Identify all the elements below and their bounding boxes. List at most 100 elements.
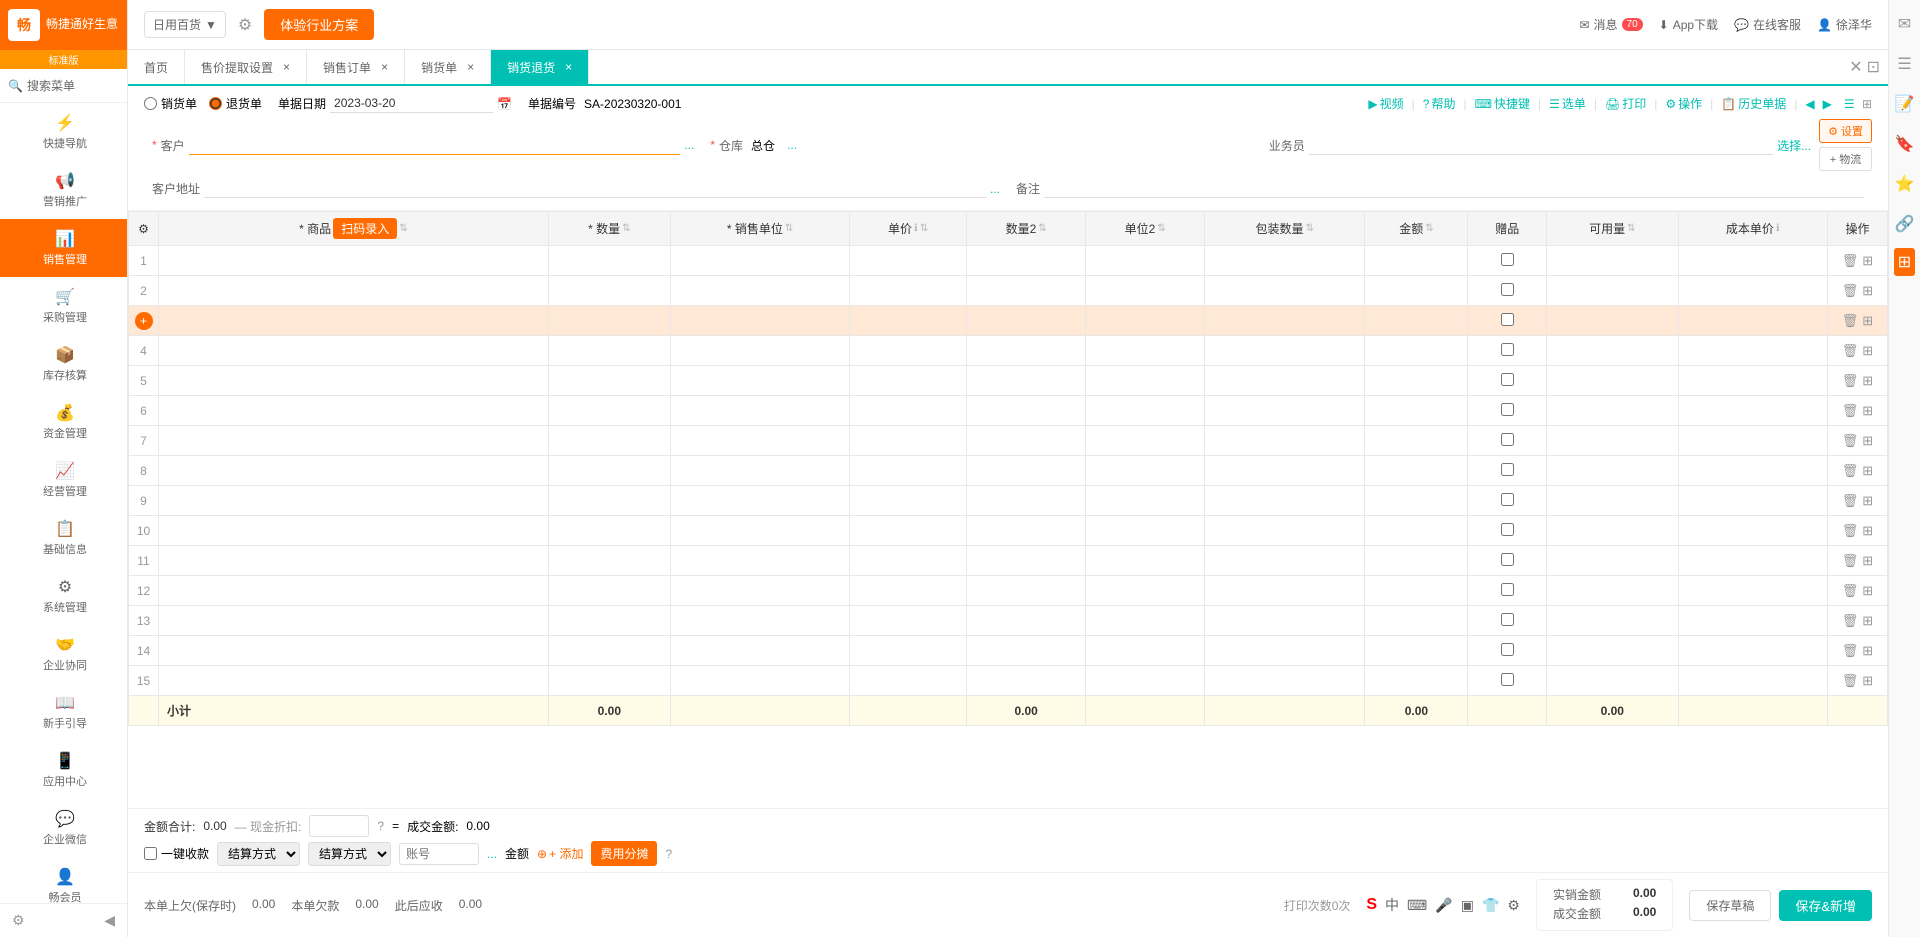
- copy-row-btn[interactable]: ⊞: [1862, 433, 1873, 449]
- available-cell[interactable]: [1546, 396, 1678, 426]
- delete-row-btn[interactable]: 🗑: [1842, 583, 1859, 599]
- unit2-cell[interactable]: [1086, 336, 1205, 366]
- copy-row-btn[interactable]: ⊞: [1862, 253, 1873, 269]
- date-input[interactable]: [330, 94, 493, 113]
- unit2-cell[interactable]: [1086, 636, 1205, 666]
- delete-row-btn[interactable]: 🗑: [1842, 613, 1859, 629]
- gift-checkbox[interactable]: [1501, 643, 1514, 656]
- tab-close-btn[interactable]: ×: [565, 60, 572, 74]
- qty-cell[interactable]: [548, 336, 670, 366]
- pack_qty-cell[interactable]: [1205, 366, 1365, 396]
- qty2-cell[interactable]: [967, 336, 1086, 366]
- print-btn[interactable]: 🖨 打印: [1605, 95, 1646, 112]
- qty2-cell[interactable]: [967, 636, 1086, 666]
- cost-price-cell[interactable]: [1678, 546, 1827, 576]
- breadcrumb-select[interactable]: 日用百货 ▼: [144, 11, 226, 38]
- radio-return-input[interactable]: [209, 97, 222, 110]
- pack_qty-cell[interactable]: [1205, 606, 1365, 636]
- grid-view-icon[interactable]: ⊞: [1862, 97, 1872, 111]
- delete-row-btn[interactable]: 🗑: [1842, 493, 1859, 509]
- sidebar-item-wechat[interactable]: 💬 企业微信: [0, 799, 127, 857]
- price-cell[interactable]: [850, 246, 967, 276]
- goods-input[interactable]: [163, 314, 544, 328]
- sidebar-item-member[interactable]: 👤 畅会员: [0, 857, 127, 903]
- cost-price-cell[interactable]: [1678, 486, 1827, 516]
- sidebar-item-purchase[interactable]: 🛒 采购管理: [0, 277, 127, 335]
- copy-row-btn[interactable]: ⊞: [1862, 583, 1873, 599]
- radio-return[interactable]: 退货单: [209, 95, 262, 112]
- gift-checkbox[interactable]: [1501, 283, 1514, 296]
- amount-cell[interactable]: [1365, 576, 1468, 606]
- gift-checkbox[interactable]: [1501, 493, 1514, 506]
- rp-link-icon[interactable]: 🔗: [1895, 208, 1915, 240]
- tool-icon6[interactable]: ⚙: [1507, 897, 1520, 914]
- amount-cell[interactable]: [1365, 306, 1468, 336]
- app-download-btn[interactable]: ⬇ App下载: [1659, 16, 1718, 33]
- save-draft-btn[interactable]: 保存草稿: [1689, 890, 1771, 921]
- unit-cell[interactable]: [670, 426, 849, 456]
- cost-price-cell[interactable]: [1678, 606, 1827, 636]
- pack_qty-cell[interactable]: [1205, 576, 1365, 606]
- tool-icon4[interactable]: ▣: [1461, 897, 1474, 914]
- qty2-cell[interactable]: [967, 576, 1086, 606]
- gift-checkbox[interactable]: [1501, 343, 1514, 356]
- amount-cell[interactable]: [1365, 516, 1468, 546]
- copy-row-btn[interactable]: ⊞: [1862, 343, 1873, 359]
- history-btn[interactable]: 📋 历史单据: [1721, 95, 1786, 112]
- cost-price-cell[interactable]: [1678, 246, 1827, 276]
- unit2-cell[interactable]: [1086, 306, 1205, 336]
- tab-close-btn[interactable]: ×: [381, 60, 388, 74]
- amount-cell[interactable]: [1365, 426, 1468, 456]
- one-click-payment[interactable]: 一键收款: [144, 845, 209, 862]
- cost-price-cell[interactable]: [1678, 336, 1827, 366]
- account-input[interactable]: [399, 843, 479, 865]
- price-cell[interactable]: [850, 666, 967, 696]
- amount-cell[interactable]: [1365, 546, 1468, 576]
- add-row-circle-btn[interactable]: +: [135, 312, 153, 330]
- pack_qty-cell[interactable]: [1205, 276, 1365, 306]
- sort-icon[interactable]: ⇅: [1306, 223, 1314, 234]
- salesman-select-btn[interactable]: 选择...: [1777, 137, 1811, 154]
- available-cell[interactable]: [1546, 276, 1678, 306]
- tool-icon1[interactable]: 中: [1385, 895, 1399, 915]
- qty-cell[interactable]: [548, 306, 670, 336]
- unit-cell[interactable]: [670, 366, 849, 396]
- available-cell[interactable]: [1546, 366, 1678, 396]
- nav-prev-icon[interactable]: ◀: [1805, 97, 1814, 111]
- qty-cell[interactable]: [548, 606, 670, 636]
- gift-checkbox[interactable]: [1501, 463, 1514, 476]
- qty-cell[interactable]: [548, 516, 670, 546]
- delete-row-btn[interactable]: 🗑: [1842, 553, 1859, 569]
- price-cell[interactable]: [850, 426, 967, 456]
- sort-icon[interactable]: ⇅: [1627, 223, 1635, 234]
- qty2-cell[interactable]: [967, 276, 1086, 306]
- pack_qty-cell[interactable]: [1205, 306, 1365, 336]
- unit-cell[interactable]: [670, 576, 849, 606]
- delete-row-btn[interactable]: 🗑: [1842, 643, 1859, 659]
- available-cell[interactable]: [1546, 486, 1678, 516]
- delete-row-btn[interactable]: 🗑: [1842, 373, 1859, 389]
- qty2-cell[interactable]: [967, 546, 1086, 576]
- delete-row-btn[interactable]: 🗑: [1842, 523, 1859, 539]
- online-service-btn[interactable]: 💬 在线客服: [1734, 16, 1801, 33]
- sort-icon[interactable]: ⇅: [622, 223, 630, 234]
- price-cell[interactable]: [850, 546, 967, 576]
- price-cell[interactable]: [850, 636, 967, 666]
- settings-side-btn[interactable]: ⚙ 设置: [1819, 119, 1872, 143]
- amount-cell[interactable]: [1365, 276, 1468, 306]
- unit-cell[interactable]: [670, 546, 849, 576]
- qty-cell[interactable]: [548, 576, 670, 606]
- cost-price-cell[interactable]: [1678, 396, 1827, 426]
- unit-cell[interactable]: [670, 396, 849, 426]
- cost-price-cell[interactable]: [1678, 456, 1827, 486]
- unit2-cell[interactable]: [1086, 456, 1205, 486]
- qty2-cell[interactable]: [967, 606, 1086, 636]
- pack_qty-cell[interactable]: [1205, 426, 1365, 456]
- delete-row-btn[interactable]: 🗑: [1842, 313, 1859, 329]
- settings-icon[interactable]: ⚙: [12, 912, 25, 929]
- unit2-cell[interactable]: [1086, 576, 1205, 606]
- price-cell[interactable]: [850, 456, 967, 486]
- rp-bookmark-icon[interactable]: 🔖: [1895, 128, 1915, 160]
- gift-checkbox[interactable]: [1501, 673, 1514, 686]
- trial-btn[interactable]: 体验行业方案: [264, 9, 374, 40]
